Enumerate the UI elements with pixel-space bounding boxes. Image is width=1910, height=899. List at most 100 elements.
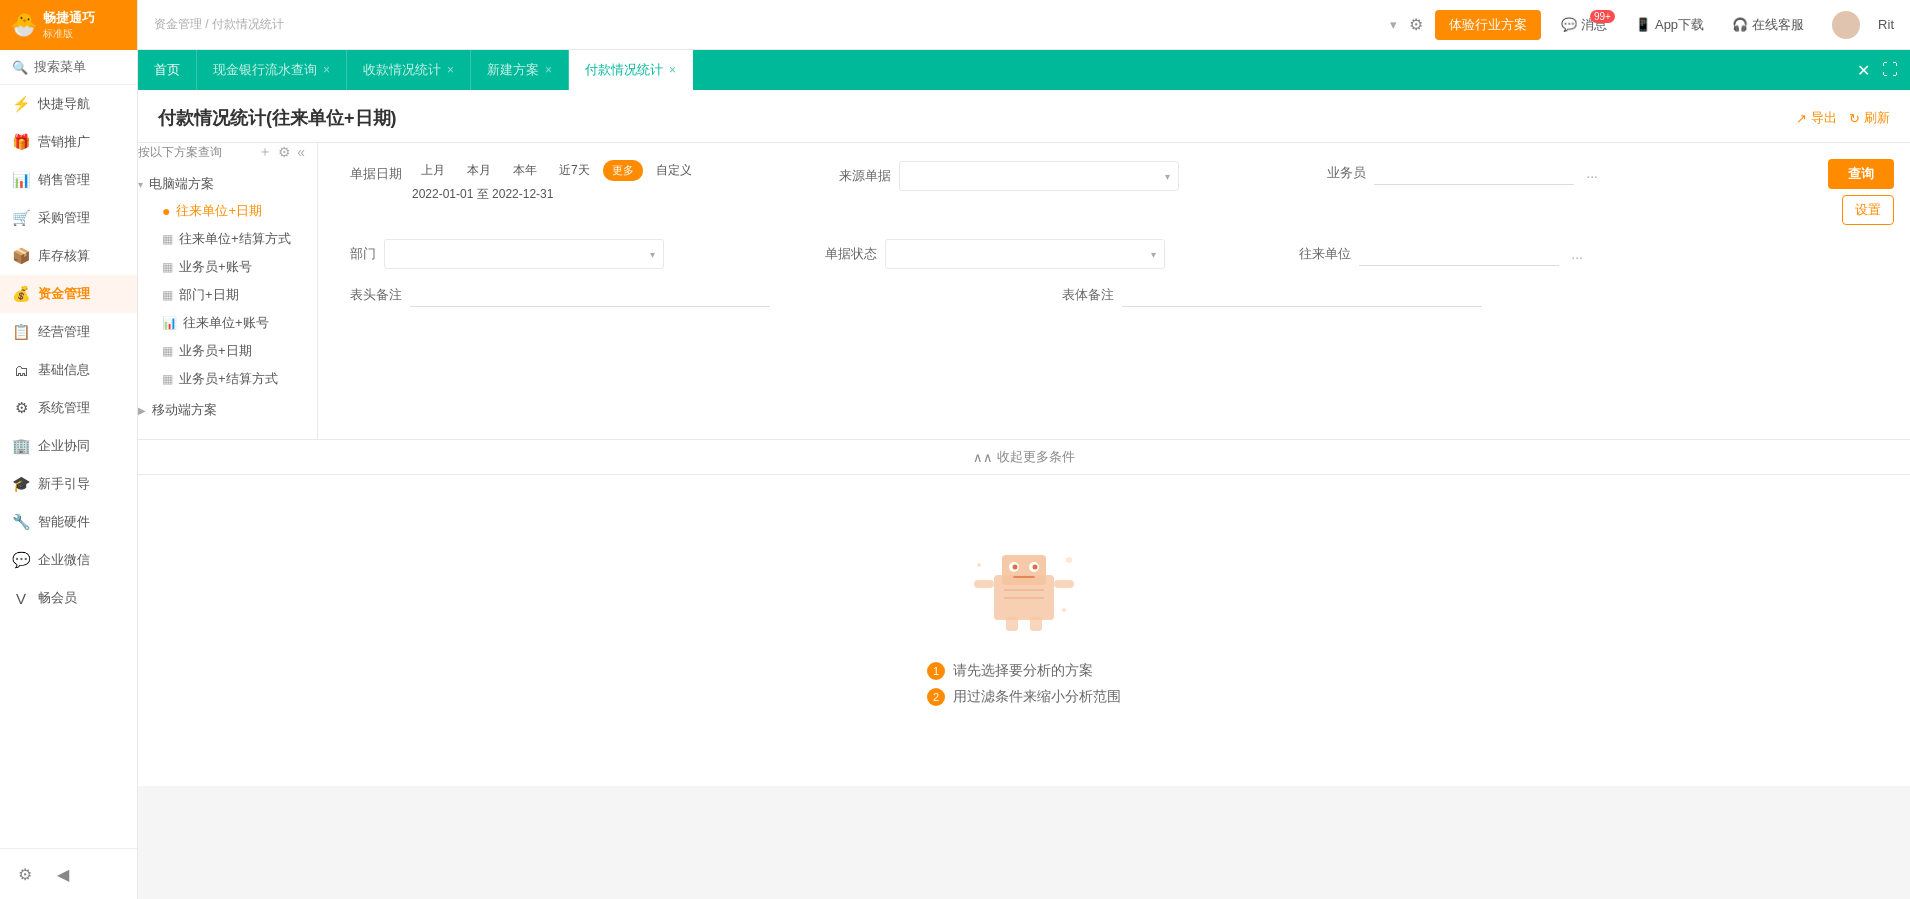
refresh-btn[interactable]: ↻ 刷新	[1849, 109, 1890, 127]
sidebar-item-vip[interactable]: V 畅会员	[0, 579, 137, 617]
scheme-item-label: 往来单位+账号	[183, 314, 269, 332]
sidebar-settings-btn[interactable]: ⚙	[10, 859, 40, 889]
scheme-group-desktop-header[interactable]: ▾ 电脑端方案	[138, 171, 305, 197]
scheme-item-partner-date[interactable]: ● 往来单位+日期	[138, 197, 305, 225]
bank-flow-tab-close[interactable]: ×	[323, 63, 330, 77]
topbar-username[interactable]: Rit	[1878, 17, 1894, 32]
sidebar-item-basic[interactable]: 🗂 基础信息	[0, 351, 137, 389]
scheme-item-partner-account[interactable]: 📊 往来单位+账号	[138, 309, 305, 337]
guide-icon: 🎓	[12, 475, 30, 493]
scheme-item-label: 往来单位+结算方式	[179, 230, 291, 248]
tab-receipt-stats[interactable]: 收款情况统计 ×	[347, 50, 471, 90]
new-scheme-tab-close[interactable]: ×	[545, 63, 552, 77]
topbar-dropdown[interactable]: ▾	[1390, 17, 1397, 32]
source-filter: 来源单据 ▾	[839, 159, 1328, 191]
scheme-add-btn[interactable]: ＋	[258, 143, 272, 161]
more-date-btn[interactable]: 更多	[603, 160, 643, 181]
partner-filter: 往来单位 ...	[1299, 242, 1774, 266]
scheme-settings-btn[interactable]: ⚙	[278, 144, 291, 160]
scheme-item-salesman-date[interactable]: ▦ 业务员+日期	[138, 337, 305, 365]
salesman-ellipsis-btn[interactable]: ...	[1586, 165, 1598, 181]
tab-bank-flow[interactable]: 现金银行流水查询 ×	[197, 50, 347, 90]
sidebar-item-system[interactable]: ⚙ 系统管理	[0, 389, 137, 427]
sidebar-search-label: 搜索菜单	[34, 58, 86, 76]
export-btn[interactable]: ↗ 导出	[1796, 109, 1837, 127]
source-select[interactable]: ▾	[899, 161, 1179, 191]
filter-actions: 查询 设置	[1816, 159, 1894, 225]
sidebar-item-sales[interactable]: 📊 销售管理	[0, 161, 137, 199]
receipt-stats-tab-label: 收款情况统计	[363, 61, 441, 79]
partner-label: 往来单位	[1299, 245, 1351, 263]
scheme-item-partner-payment[interactable]: ▦ 往来单位+结算方式	[138, 225, 305, 253]
sidebar-item-inventory[interactable]: 📦 库存核算	[0, 237, 137, 275]
sidebar-item-operation[interactable]: 📋 经营管理	[0, 313, 137, 351]
topbar-gear-btn[interactable]: ⚙	[1409, 15, 1423, 34]
tab-new-scheme[interactable]: 新建方案 ×	[471, 50, 569, 90]
this-year-btn[interactable]: 本年	[504, 159, 546, 182]
topbar-msg-btn[interactable]: 💬 消息 99+	[1561, 16, 1607, 34]
trial-btn[interactable]: 体验行业方案	[1435, 10, 1541, 40]
sidebar-item-coop[interactable]: 🏢 企业协同	[0, 427, 137, 465]
payment-stats-tab-close[interactable]: ×	[669, 63, 676, 77]
svg-rect-9	[1006, 617, 1018, 631]
query-btn[interactable]: 查询	[1828, 159, 1894, 189]
tab-payment-stats[interactable]: 付款情况统计 ×	[569, 50, 693, 90]
scheme-group-mobile-header[interactable]: ▶ 移动端方案	[138, 397, 305, 423]
scheme-collapse-btn[interactable]: «	[297, 144, 305, 160]
sidebar-item-label: 畅会员	[38, 589, 77, 607]
scheme-item-salesman-account[interactable]: ▦ 业务员+账号	[138, 253, 305, 281]
sidebar-collapse-btn[interactable]: ◀	[48, 859, 78, 889]
sidebar-item-guide[interactable]: 🎓 新手引导	[0, 465, 137, 503]
msg-badge: 99+	[1590, 10, 1615, 23]
sidebar-item-label: 经营管理	[38, 323, 90, 341]
scheme-item-dept-date[interactable]: ▦ 部门+日期	[138, 281, 305, 309]
date-range-display: 2022-01-01 至 2022-12-31	[412, 186, 701, 203]
finance-icon: 💰	[12, 285, 30, 303]
scheme-item-label: 业务员+结算方式	[179, 370, 278, 388]
search-icon: 🔍	[12, 60, 28, 75]
sidebar-item-marketing[interactable]: 🎁 营销推广	[0, 123, 137, 161]
tab-expand-btn[interactable]: ⛶	[1878, 57, 1902, 83]
this-month-btn[interactable]: 本月	[458, 159, 500, 182]
prev-month-btn[interactable]: 上月	[412, 159, 454, 182]
svg-point-5	[1033, 565, 1038, 570]
receipt-stats-tab-close[interactable]: ×	[447, 63, 454, 77]
sidebar-item-label: 企业微信	[38, 551, 90, 569]
svg-point-13	[977, 563, 981, 567]
topbar-app-label: App下载	[1655, 16, 1704, 34]
collapse-bar: ∧∧ 收起更多条件	[138, 439, 1910, 474]
sidebar-item-purchase[interactable]: 🛒 采购管理	[0, 199, 137, 237]
sidebar-bottom: ⚙ ◀	[0, 848, 137, 899]
main-area: 资金管理 / 付款情况统计 ▾ ⚙ 体验行业方案 💬 消息 99+ 📱 App下…	[138, 0, 1910, 899]
header-note-input[interactable]	[410, 283, 770, 307]
sidebar-item-finance[interactable]: 💰 资金管理	[0, 275, 137, 313]
last-7-btn[interactable]: 近7天	[550, 159, 599, 182]
body-note-filter: 表体备注	[1062, 283, 1774, 307]
doc-status-select[interactable]: ▾	[885, 239, 1165, 269]
topbar-avatar[interactable]	[1832, 11, 1860, 39]
topbar-app-btn[interactable]: 📱 App下载	[1635, 16, 1704, 34]
partner-ellipsis-btn[interactable]: ...	[1571, 246, 1583, 262]
sidebar-item-quick-nav[interactable]: ⚡ 快捷导航	[0, 85, 137, 123]
tab-close-all-btn[interactable]: ✕	[1853, 57, 1874, 84]
topbar-service-btn[interactable]: 🎧 在线客服	[1732, 16, 1804, 34]
sidebar-item-wechat[interactable]: 💬 企业微信	[0, 541, 137, 579]
scheme-item-salesman-payment[interactable]: ▦ 业务员+结算方式	[138, 365, 305, 393]
partner-input[interactable]	[1359, 242, 1559, 266]
sidebar-item-hardware[interactable]: 🔧 智能硬件	[0, 503, 137, 541]
dept-select[interactable]: ▾	[384, 239, 664, 269]
salesman-input[interactable]	[1374, 161, 1574, 185]
settings-btn[interactable]: 设置	[1842, 195, 1894, 225]
coop-icon: 🏢	[12, 437, 30, 455]
filter-row-3: 表头备注 表体备注	[334, 269, 1910, 323]
body-note-input[interactable]	[1122, 283, 1482, 307]
custom-date-btn[interactable]: 自定义	[647, 159, 701, 182]
scheme-item-icon: ▦	[162, 288, 173, 302]
date-label: 单据日期	[350, 159, 402, 183]
tab-home[interactable]: 首页	[138, 50, 197, 90]
svg-rect-8	[1054, 580, 1074, 588]
collapse-more-btn[interactable]: ∧∧ 收起更多条件	[973, 448, 1075, 466]
topbar-service-label: 在线客服	[1752, 16, 1804, 34]
sidebar-search[interactable]: 🔍 搜索菜单	[0, 50, 137, 85]
payment-stats-tab-label: 付款情况统计	[585, 61, 663, 79]
